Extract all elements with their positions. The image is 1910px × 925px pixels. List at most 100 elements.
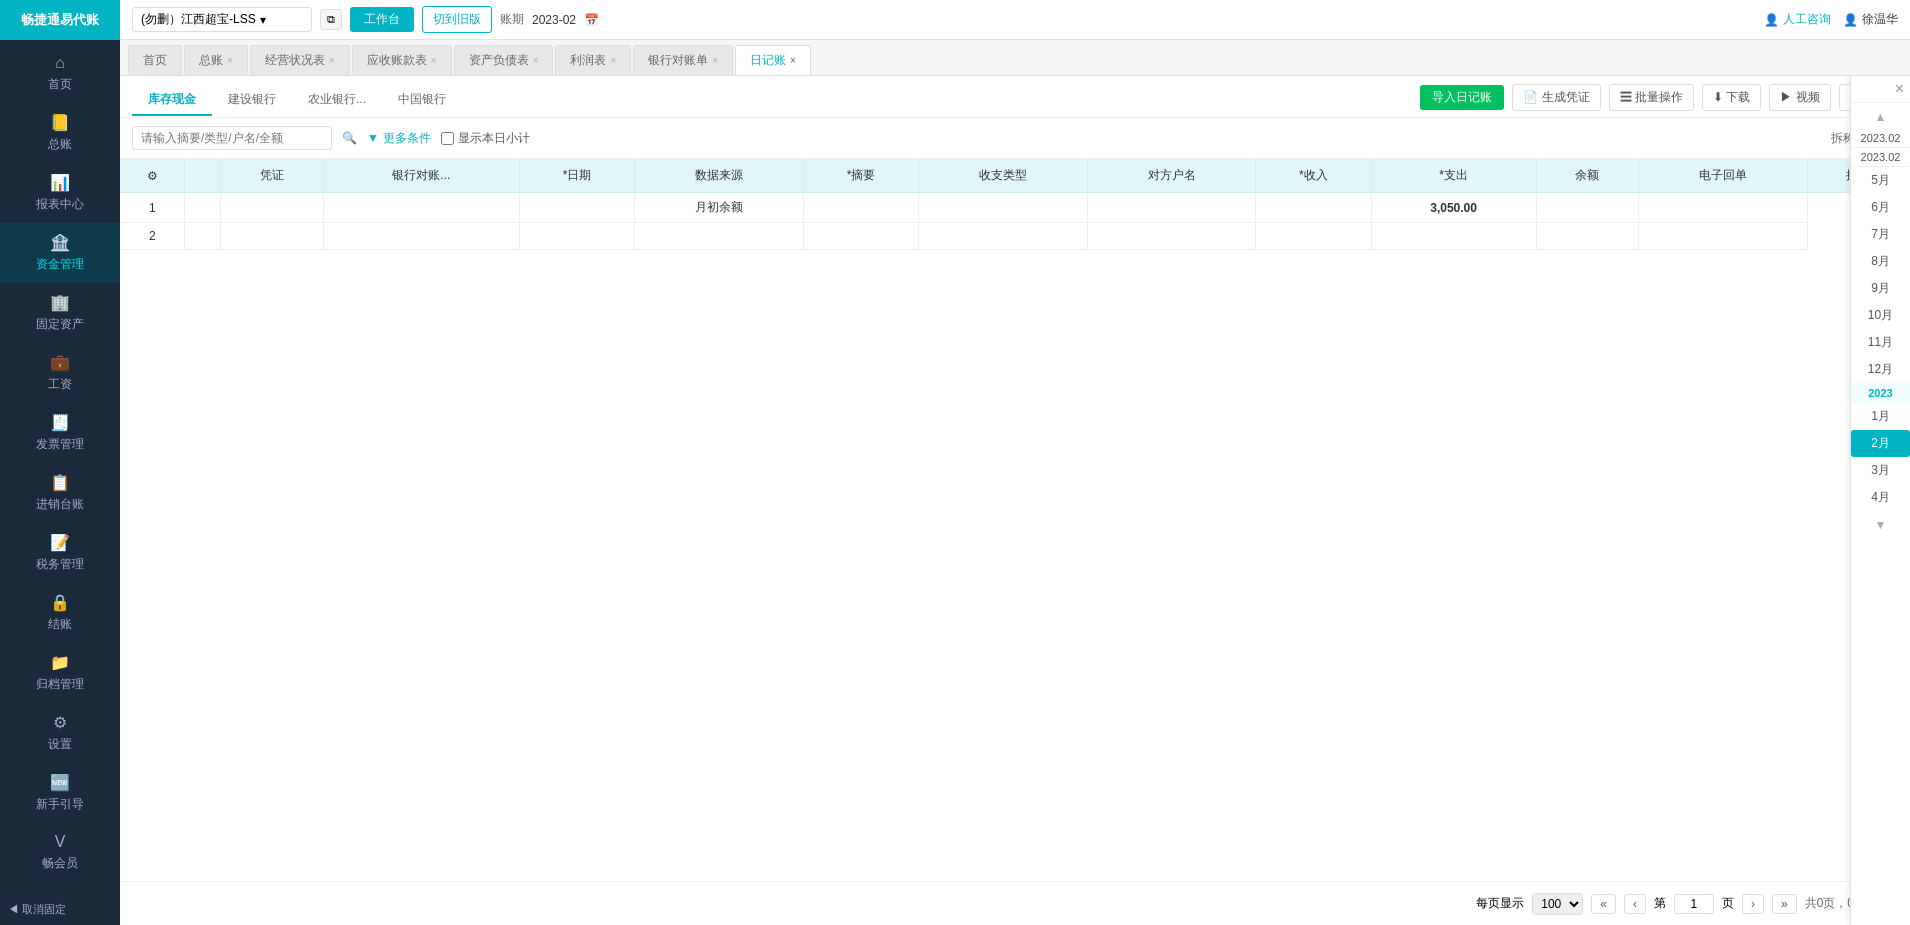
reports-icon: 📊 (50, 173, 70, 192)
cell-source-1 (520, 223, 635, 250)
calendar-month-3月[interactable]: 3月 (1851, 457, 1910, 484)
tab-close-journal[interactable]: × (790, 55, 796, 66)
sidebar-item-archive[interactable]: 📁归档管理 (0, 643, 120, 703)
sidebar-label-home: 首页 (48, 76, 72, 93)
calendar-month-6月[interactable]: 6月 (1851, 194, 1910, 221)
cell-expense-1 (1256, 223, 1371, 250)
user-info[interactable]: 👤 徐温华 (1843, 11, 1898, 28)
calendar-month-9月[interactable]: 9月 (1851, 275, 1910, 302)
batch-op-button[interactable]: ☰ 批量操作 (1609, 84, 1694, 111)
sidebar-item-assets_mgr[interactable]: 🏦资金管理 (0, 223, 120, 283)
sidebar-item-closing[interactable]: 🔒结账 (0, 583, 120, 643)
tab-label-bizstatus: 经营状况表 (265, 52, 325, 69)
sidebar: 畅捷通易代账 ⌂首页📒总账📊报表中心🏦资金管理🏢固定资产💼工资🧾发票管理📋进销台… (0, 0, 120, 925)
tab-close-receivable[interactable]: × (431, 55, 437, 66)
tab-label-assets: 资产负债表 (469, 52, 529, 69)
calendar-month-1月[interactable]: 1月 (1851, 403, 1910, 430)
calendar-month-12月[interactable]: 12月 (1851, 356, 1910, 383)
sidebar-label-closing: 结账 (48, 616, 72, 633)
sub-tab-ccb[interactable]: 建设银行 (212, 85, 292, 116)
workbench-button[interactable]: 工作台 (350, 7, 414, 32)
more-conditions-button[interactable]: ▼ 更多条件 (367, 130, 431, 147)
company-name: (勿删）江西超宝-LSS (141, 11, 256, 28)
th-check[interactable] (185, 159, 221, 193)
calendar-year-entry[interactable]: 2023.02 (1851, 148, 1910, 167)
sidebar-label-assets_mgr: 资金管理 (36, 256, 84, 273)
tab-close-bankreconcile[interactable]: × (712, 55, 718, 66)
calendar-month-2月[interactable]: 2月 (1851, 430, 1910, 457)
calendar-scroll-down[interactable]: ▼ (1851, 511, 1910, 537)
toolbar-actions: 导入日记账📄 生成凭证☰ 批量操作⬇ 下载▶ 视频↻ 刷新 (1420, 84, 1898, 117)
tab-close-ledger[interactable]: × (227, 55, 233, 66)
calendar-close-button[interactable]: × (1895, 80, 1904, 98)
calendar-month-4月[interactable]: 4月 (1851, 484, 1910, 511)
sub-tab-abc[interactable]: 农业银行... (292, 85, 382, 116)
sidebar-item-reports[interactable]: 📊报表中心 (0, 163, 120, 223)
cell-summary-0: 月初余额 (635, 193, 804, 223)
sidebar-item-ledger[interactable]: 📒总账 (0, 103, 120, 163)
search-icon[interactable]: 🔍 (342, 131, 357, 145)
sub-tab-cash[interactable]: 库存现金 (132, 85, 212, 116)
cell-income-0 (1087, 193, 1256, 223)
tab-assets[interactable]: 资产负债表 × (454, 45, 554, 75)
download-button[interactable]: ⬇ 下载 (1702, 84, 1761, 111)
sidebar-item-tax[interactable]: 📝税务管理 (0, 523, 120, 583)
first-page-button[interactable]: « (1591, 894, 1616, 914)
tab-bizstatus[interactable]: 经营状况表 × (250, 45, 350, 75)
guide-icon: 🆕 (50, 773, 70, 792)
last-page-button[interactable]: » (1772, 894, 1797, 914)
tab-ledger[interactable]: 总账× (184, 45, 248, 75)
cell-flow_type-0 (803, 193, 918, 223)
calendar-month-7月[interactable]: 7月 (1851, 221, 1910, 248)
cell-action-1[interactable] (1638, 223, 1807, 250)
page-label: 第 (1654, 895, 1666, 912)
tab-home[interactable]: 首页 (128, 45, 182, 75)
sidebar-footer[interactable]: ◀ 取消固定 (0, 894, 120, 925)
calendar-icon[interactable]: 📅 (584, 13, 599, 27)
sidebar-item-home[interactable]: ⌂首页 (0, 44, 120, 103)
tab-close-bizstatus[interactable]: × (329, 55, 335, 66)
period-value[interactable]: 2023-02 (532, 13, 576, 27)
sidebar-item-settings[interactable]: ⚙设置 (0, 703, 120, 763)
tab-close-assets[interactable]: × (533, 55, 539, 66)
prev-page-button[interactable]: ‹ (1624, 894, 1646, 914)
switch-version-button[interactable]: 切到旧版 (422, 6, 492, 33)
calendar-month-10月[interactable]: 10月 (1851, 302, 1910, 329)
table-row: 2 (120, 223, 1910, 250)
generate-voucher-button[interactable]: 📄 生成凭证 (1512, 84, 1600, 111)
calendar-year-2023: 2023 (1851, 383, 1910, 403)
search-input[interactable] (132, 126, 332, 150)
sub-tab-boc[interactable]: 中国银行 (382, 85, 462, 116)
sidebar-item-member[interactable]: V畅会员 (0, 823, 120, 882)
tab-bankreconcile[interactable]: 银行对账单× (633, 45, 733, 75)
video-button[interactable]: ▶ 视频 (1769, 84, 1830, 111)
cell-expense-0 (1256, 193, 1371, 223)
calendar-month-8月[interactable]: 8月 (1851, 248, 1910, 275)
calendar-scroll-up[interactable]: ▲ (1851, 103, 1910, 129)
per-page-select[interactable]: 100 50 200 (1532, 893, 1583, 915)
show-subtotal-checkbox[interactable]: 显示本日小计 (441, 130, 530, 147)
th-settings[interactable]: ⚙ (120, 159, 185, 193)
company-selector[interactable]: (勿删）江西超宝-LSS ▾ (132, 7, 312, 32)
tab-close-profit[interactable]: × (610, 55, 616, 66)
next-page-button[interactable]: › (1742, 894, 1764, 914)
sidebar-item-guide[interactable]: 🆕新手引导 (0, 763, 120, 823)
tab-receivable[interactable]: 应收账款表× (352, 45, 452, 75)
sidebar-item-invoice[interactable]: 🧾发票管理 (0, 403, 120, 463)
page-input[interactable] (1674, 894, 1714, 914)
calendar-year-entry[interactable]: 2023.02 (1851, 129, 1910, 148)
calendar-month-5月[interactable]: 5月 (1851, 167, 1910, 194)
service-button[interactable]: 👤 人工咨询 (1764, 11, 1831, 28)
content-area: 库存现金建设银行农业银行...中国银行 导入日记账 📄 生成凭证 ☰ 批量操作 ⬇ 下载… (120, 76, 1910, 925)
cell-action-0[interactable] (1638, 193, 1807, 223)
tab-profit[interactable]: 利润表× (555, 45, 631, 75)
sidebar-item-salary[interactable]: 💼工资 (0, 343, 120, 403)
sidebar-label-tax: 税务管理 (36, 556, 84, 573)
tab-journal[interactable]: 日记账× (735, 45, 811, 75)
cell-flow_type-1 (803, 223, 918, 250)
sidebar-item-fixed_assets[interactable]: 🏢固定资产 (0, 283, 120, 343)
calendar-month-11月[interactable]: 11月 (1851, 329, 1910, 356)
copy-button[interactable]: ⧉ (320, 9, 342, 30)
sidebar-item-sales_purchase[interactable]: 📋进销台账 (0, 463, 120, 523)
import-journal-button[interactable]: 导入日记账 (1420, 85, 1504, 110)
